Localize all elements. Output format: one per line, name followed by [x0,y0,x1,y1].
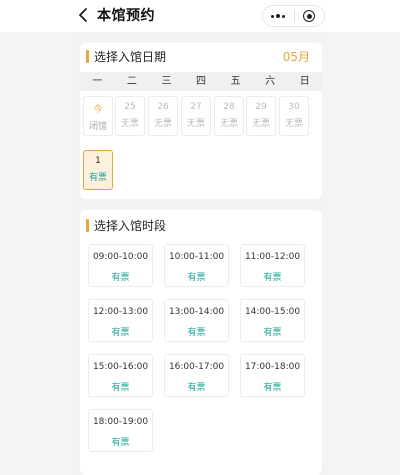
slot-status: 有票 [187,383,206,393]
day-status: 无票 [120,119,139,129]
day-status: 无票 [284,119,303,129]
day-status: 无票 [251,119,270,129]
day-status: 有票 [88,173,107,183]
weekday-header-row: 一 二 三 四 五 六 日 [80,72,322,91]
time-slot[interactable]: 16:00-17:00 有票 [164,354,229,397]
slot-status: 有票 [111,438,130,448]
weekday-label: 二 [126,76,137,87]
time-section-title: 选择入馆时段 [94,219,167,233]
time-slot[interactable]: 13:00-14:00 有票 [164,299,229,342]
section-accent-bar [86,219,89,232]
page: 本馆预约 选择入馆日期 05月 一 二 三 四 五 六 日 今 闭馆 25 无票… [0,0,400,475]
calendar-day[interactable]: 27 无票 [181,96,211,136]
target-circle-icon [303,10,316,22]
month-selector[interactable]: 05月 [283,48,310,65]
slot-status: 有票 [111,383,130,393]
slot-time: 15:00-16:00 [92,362,149,372]
chevron-left-icon [79,8,87,22]
slot-time: 12:00-13:00 [92,307,149,317]
time-slot[interactable]: 18:00-19:00 有票 [88,409,153,452]
calendar-day[interactable]: 30 无票 [279,96,309,136]
slot-time: 13:00-14:00 [168,307,225,317]
day-status: 闭馆 [88,122,107,132]
more-button[interactable] [263,6,294,26]
date-section-header: 选择入馆日期 05月 [80,43,322,69]
back-button[interactable] [74,5,94,25]
slot-status: 有票 [111,273,130,283]
calendar-day[interactable]: 29 无票 [246,96,276,136]
slot-status: 有票 [111,328,130,338]
slot-time: 11:00-12:00 [244,252,301,262]
slot-time: 09:00-10:00 [92,252,149,262]
date-section-title: 选择入馆日期 [94,50,167,64]
time-slot[interactable]: 14:00-15:00 有票 [240,299,305,342]
day-number: 25 [124,102,136,112]
calendar-day-selected[interactable]: 1 有票 [83,150,113,190]
calendar-day[interactable]: 25 无票 [115,96,145,136]
page-title: 本馆预约 [97,8,155,24]
miniprogram-capsule [262,5,325,27]
day-number: 29 [255,102,267,112]
weekday-label: 五 [230,76,241,87]
slot-time: 14:00-15:00 [244,307,301,317]
slot-status: 有票 [187,328,206,338]
slot-status: 有票 [187,273,206,283]
day-number: 28 [223,102,235,112]
day-number: 26 [157,102,169,112]
weekday-label: 一 [92,76,103,87]
weekday-label: 四 [196,76,207,87]
time-slot[interactable]: 10:00-11:00 有票 [164,244,229,287]
weekday-label: 三 [161,76,172,87]
section-accent-bar [86,50,89,63]
weekday-label: 日 [299,76,310,87]
content-column: 选择入馆日期 05月 一 二 三 四 五 六 日 今 闭馆 25 无票 26 无… [72,32,330,475]
time-slot[interactable]: 17:00-18:00 有票 [240,354,305,397]
calendar-day[interactable]: 26 无票 [148,96,178,136]
day-status: 无票 [186,119,205,129]
slot-time: 10:00-11:00 [168,252,225,262]
date-selection-card: 选择入馆日期 05月 一 二 三 四 五 六 日 今 闭馆 25 无票 26 无… [80,43,322,199]
day-number: 30 [288,102,300,112]
time-slot-card: 选择入馆时段 09:00-10:00 有票 10:00-11:00 有票 11:… [80,210,322,475]
day-number: 27 [190,102,202,112]
time-slot[interactable]: 09:00-10:00 有票 [88,244,153,287]
calendar-day[interactable]: 28 无票 [214,96,244,136]
slot-status: 有票 [263,383,282,393]
time-section-header: 选择入馆时段 [80,212,322,238]
slot-time: 17:00-18:00 [244,362,301,372]
close-miniprogram-button[interactable] [294,6,324,26]
day-number: 今 [93,105,103,115]
more-dots-icon [271,14,286,18]
time-slot[interactable]: 12:00-13:00 有票 [88,299,153,342]
weekday-label: 六 [265,76,276,87]
calendar-day-today[interactable]: 今 闭馆 [83,96,113,136]
day-status: 无票 [219,119,238,129]
day-number: 1 [95,156,101,166]
slot-status: 有票 [263,328,282,338]
slot-status: 有票 [263,273,282,283]
time-slot[interactable]: 15:00-16:00 有票 [88,354,153,397]
slot-time: 16:00-17:00 [168,362,225,372]
day-status: 无票 [153,119,172,129]
slot-time: 18:00-19:00 [92,417,149,427]
navigation-bar: 本馆预约 [0,0,400,32]
time-slot[interactable]: 11:00-12:00 有票 [240,244,305,287]
